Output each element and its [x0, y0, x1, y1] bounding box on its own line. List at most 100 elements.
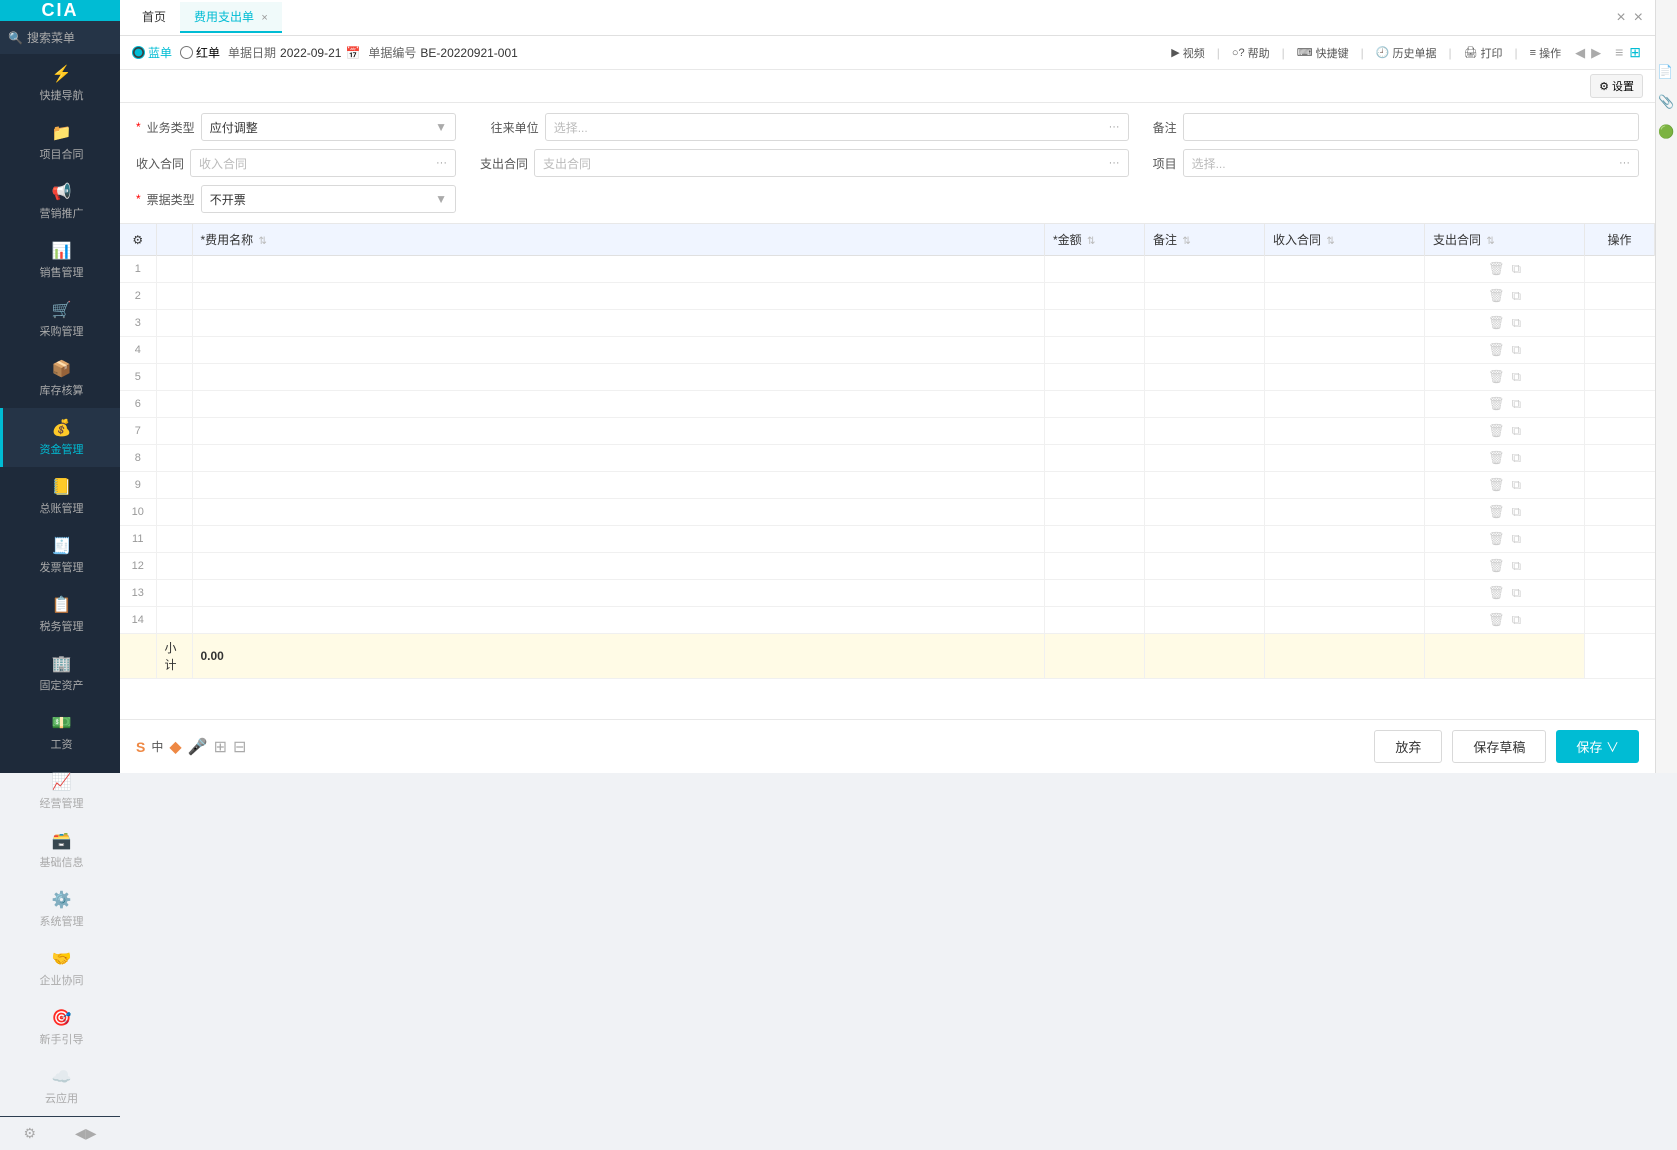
copy-icon[interactable]: ⧉ [1512, 531, 1521, 546]
income-contract-cell[interactable] [1145, 526, 1265, 553]
delete-icon[interactable]: 🗑 [1488, 396, 1505, 411]
shortcut-btn[interactable]: ⌨ 快捷键 [1291, 43, 1355, 63]
copy-icon[interactable]: ⧉ [1512, 558, 1521, 573]
income-contract-cell[interactable] [1145, 553, 1265, 580]
expense-contract-cell[interactable] [1265, 391, 1425, 418]
save-btn[interactable]: 保存 ∨ [1556, 730, 1639, 763]
income-contract-cell[interactable] [1145, 580, 1265, 607]
col-gear[interactable]: ⚙ [120, 224, 156, 256]
amount-cell[interactable] [192, 499, 1045, 526]
project-input[interactable]: 选择... ··· [1183, 149, 1639, 177]
more-actions-btn[interactable]: ≡ 操作 [1524, 43, 1567, 63]
expense-name-cell[interactable] [156, 526, 192, 553]
right-tab-green[interactable]: 🟢 [1656, 120, 1676, 144]
remark-cell[interactable] [1045, 580, 1145, 607]
income-contract-cell[interactable] [1145, 256, 1265, 283]
income-contract-cell[interactable] [1145, 445, 1265, 472]
expense-contract-cell[interactable] [1265, 256, 1425, 283]
expense-contract-cell[interactable] [1265, 607, 1425, 634]
sidebar-item-sales[interactable]: 📊销售管理 [0, 231, 120, 290]
remark-cell[interactable] [1045, 391, 1145, 418]
ticket-type-input[interactable]: 不开票 ▼ [201, 185, 456, 213]
amount-cell[interactable] [192, 337, 1045, 364]
remark-cell[interactable] [1045, 607, 1145, 634]
delete-icon[interactable]: 🗑 [1488, 450, 1505, 465]
expense-contract-input[interactable]: 支出合同 ··· [534, 149, 1129, 177]
remark-cell[interactable] [1045, 337, 1145, 364]
expense-name-cell[interactable] [156, 256, 192, 283]
expense-name-cell[interactable] [156, 445, 192, 472]
col-expense-contract[interactable]: 支出合同 ⇅ [1425, 224, 1585, 256]
sidebar-item-ledger[interactable]: 📒总账管理 [0, 467, 120, 526]
expense-name-cell[interactable] [156, 391, 192, 418]
window-close[interactable]: × [1634, 9, 1643, 27]
remark-cell[interactable] [1045, 472, 1145, 499]
expense-contract-cell[interactable] [1265, 472, 1425, 499]
delete-icon[interactable]: 🗑 [1488, 369, 1505, 384]
sidebar-item-marketing[interactable]: 📢营销推广 [0, 172, 120, 231]
history-btn[interactable]: 🕘 历史单据 [1370, 43, 1443, 63]
video-btn[interactable]: ▶ 视频 [1165, 43, 1210, 63]
radio-red[interactable]: 红单 [180, 44, 220, 61]
delete-icon[interactable]: 🗑 [1488, 477, 1505, 492]
amount-cell[interactable] [192, 418, 1045, 445]
amount-cell[interactable] [192, 283, 1045, 310]
expense-name-cell[interactable] [156, 472, 192, 499]
amount-cell[interactable] [192, 310, 1045, 337]
income-contract-cell[interactable] [1145, 607, 1265, 634]
expense-name-cell[interactable] [156, 310, 192, 337]
income-contract-cell[interactable] [1145, 364, 1265, 391]
amount-cell[interactable] [192, 526, 1045, 553]
amount-cell[interactable] [192, 391, 1045, 418]
copy-icon[interactable]: ⧉ [1512, 504, 1521, 519]
discard-btn[interactable]: 放弃 [1374, 730, 1442, 763]
copy-icon[interactable]: ⧉ [1512, 477, 1521, 492]
income-contract-cell[interactable] [1145, 310, 1265, 337]
tab-home[interactable]: 首页 [128, 2, 180, 33]
income-contract-cell[interactable] [1145, 283, 1265, 310]
remark-cell[interactable] [1045, 364, 1145, 391]
col-income-contract[interactable]: 收入合同 ⇅ [1265, 224, 1425, 256]
copy-icon[interactable]: ⧉ [1512, 315, 1521, 330]
delete-icon[interactable]: 🗑 [1488, 585, 1505, 600]
sidebar-item-assets[interactable]: 🏢固定资产 [0, 644, 120, 703]
expense-contract-cell[interactable] [1265, 418, 1425, 445]
amount-cell[interactable] [192, 364, 1045, 391]
expense-contract-cell[interactable] [1265, 553, 1425, 580]
amount-cell[interactable] [192, 256, 1045, 283]
sidebar-item-inventory[interactable]: 📦库存核算 [0, 349, 120, 408]
sidebar-item-invoice[interactable]: 🧾发票管理 [0, 526, 120, 585]
next-arrow[interactable]: ▶ [1589, 43, 1603, 63]
remark-cell[interactable] [1045, 256, 1145, 283]
remark-cell[interactable] [1045, 418, 1145, 445]
radio-blue[interactable]: 蓝单 [132, 44, 172, 61]
tab-close-expense[interactable]: × [261, 12, 267, 24]
speaker-icon[interactable]: ◀▶ [75, 1125, 97, 1142]
income-contract-cell[interactable] [1145, 499, 1265, 526]
copy-icon[interactable]: ⧉ [1512, 450, 1521, 465]
setting-btn[interactable]: ⚙ 设置 [1590, 74, 1643, 98]
amount-cell[interactable] [192, 607, 1045, 634]
expense-name-cell[interactable] [156, 553, 192, 580]
copy-icon[interactable]: ⧉ [1512, 342, 1521, 357]
expense-name-cell[interactable] [156, 499, 192, 526]
sidebar-item-purchase[interactable]: 🛒采购管理 [0, 290, 120, 349]
delete-icon[interactable]: 🗑 [1488, 342, 1505, 357]
amount-cell[interactable] [192, 580, 1045, 607]
expense-contract-cell[interactable] [1265, 445, 1425, 472]
expense-contract-cell[interactable] [1265, 283, 1425, 310]
right-tab-doc[interactable]: 📄 [1657, 60, 1676, 84]
income-contract-input[interactable]: 收入合同 ··· [190, 149, 456, 177]
sidebar-item-project[interactable]: 📁项目合同 [0, 113, 120, 172]
delete-icon[interactable]: 🗑 [1488, 612, 1505, 627]
expense-contract-cell[interactable] [1265, 526, 1425, 553]
sidebar-item-salary[interactable]: 💵工资 [0, 703, 120, 762]
copy-icon[interactable]: ⧉ [1512, 423, 1521, 438]
counterpart-input[interactable]: 选择... ··· [545, 113, 1129, 141]
delete-icon[interactable]: 🗑 [1488, 315, 1505, 330]
delete-icon[interactable]: 🗑 [1488, 423, 1505, 438]
expense-name-cell[interactable] [156, 580, 192, 607]
calendar-icon[interactable]: 📅 [345, 46, 360, 60]
sidebar-item-quick-nav[interactable]: ⚡快捷导航 [0, 54, 120, 113]
expense-contract-cell[interactable] [1265, 364, 1425, 391]
